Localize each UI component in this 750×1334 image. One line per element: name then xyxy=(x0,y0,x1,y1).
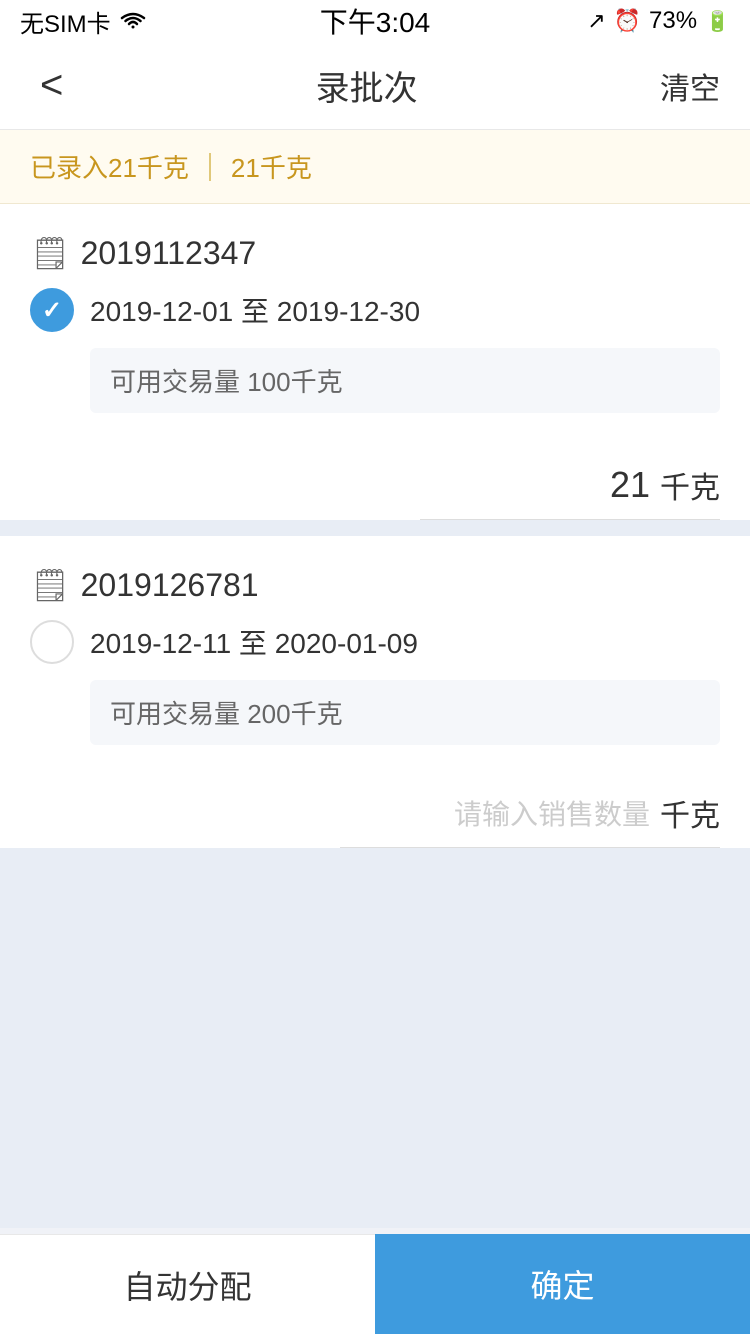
info-divider xyxy=(209,153,211,181)
batch2-date: 2019-12-11 至 2020-01-09 xyxy=(90,622,418,662)
section-divider xyxy=(0,520,750,536)
batch2-quantity-placeholder[interactable]: 请输入销售数量 xyxy=(454,793,650,833)
batch1-icon: 🗒 xyxy=(30,234,71,272)
info-label: 已录入21千克 xyxy=(30,148,189,185)
info-banner: 已录入21千克 21千克 xyxy=(0,130,750,204)
battery-text: 73% xyxy=(649,7,697,35)
wifi-icon xyxy=(119,11,147,31)
batch2-header: 🗒 2019126781 xyxy=(30,566,720,604)
batch1-radio[interactable] xyxy=(30,288,74,332)
batch1-quantity-value[interactable]: 21 xyxy=(610,464,650,506)
batch1-header: 🗒 2019112347 xyxy=(30,234,720,272)
batch2-date-row: 2019-12-11 至 2020-01-09 xyxy=(30,620,720,664)
status-time: 下午3:04 xyxy=(320,1,431,41)
batch1-available-qty: 可用交易量 100千克 xyxy=(90,348,720,413)
batch2-quantity-row: 请输入销售数量 千克 xyxy=(0,775,750,848)
back-button[interactable]: < xyxy=(30,53,73,118)
battery-icon: 🔋 xyxy=(705,9,730,34)
auto-distribute-button[interactable]: 自动分配 xyxy=(0,1234,375,1334)
status-right: ↗ ⏰ 73% 🔋 xyxy=(587,7,730,35)
clear-button[interactable]: 清空 xyxy=(660,64,720,108)
carrier-text: 无SIM卡 xyxy=(20,4,111,39)
nav-bar: < 录批次 清空 xyxy=(0,42,750,130)
background-area xyxy=(0,848,750,1228)
batch2-available-qty: 可用交易量 200千克 xyxy=(90,680,720,745)
page-title: 录批次 xyxy=(316,61,418,110)
batch2-icon: 🗒 xyxy=(30,566,71,604)
info-value: 21千克 xyxy=(231,148,312,185)
batch-card-2: 🗒 2019126781 2019-12-11 至 2020-01-09 可用交… xyxy=(0,536,750,848)
alarm-icon: ⏰ xyxy=(614,8,641,34)
batch1-unit: 千克 xyxy=(660,463,720,507)
status-bar: 无SIM卡 下午3:04 ↗ ⏰ 73% 🔋 xyxy=(0,0,750,42)
batch2-input-wrapper: 请输入销售数量 千克 xyxy=(340,791,720,848)
batch2-unit: 千克 xyxy=(660,791,720,835)
batch2-id: 2019126781 xyxy=(81,567,259,604)
status-left: 无SIM卡 xyxy=(20,4,147,39)
location-icon: ↗ xyxy=(587,8,605,34)
batch1-quantity-row: 21 千克 xyxy=(0,443,750,520)
batch1-date: 2019-12-01 至 2019-12-30 xyxy=(90,290,420,330)
confirm-button[interactable]: 确定 xyxy=(375,1234,750,1334)
batch-card-1: 🗒 2019112347 2019-12-01 至 2019-12-30 可用交… xyxy=(0,204,750,443)
batch2-radio[interactable] xyxy=(30,620,74,664)
batch1-id: 2019112347 xyxy=(81,235,257,272)
bottom-bar: 自动分配 确定 xyxy=(0,1234,750,1334)
batch2-content: 🗒 2019126781 2019-12-11 至 2020-01-09 可用交… xyxy=(0,536,750,775)
batch1-date-row: 2019-12-01 至 2019-12-30 xyxy=(30,288,720,332)
batch1-input-wrapper: 21 千克 xyxy=(420,463,720,520)
